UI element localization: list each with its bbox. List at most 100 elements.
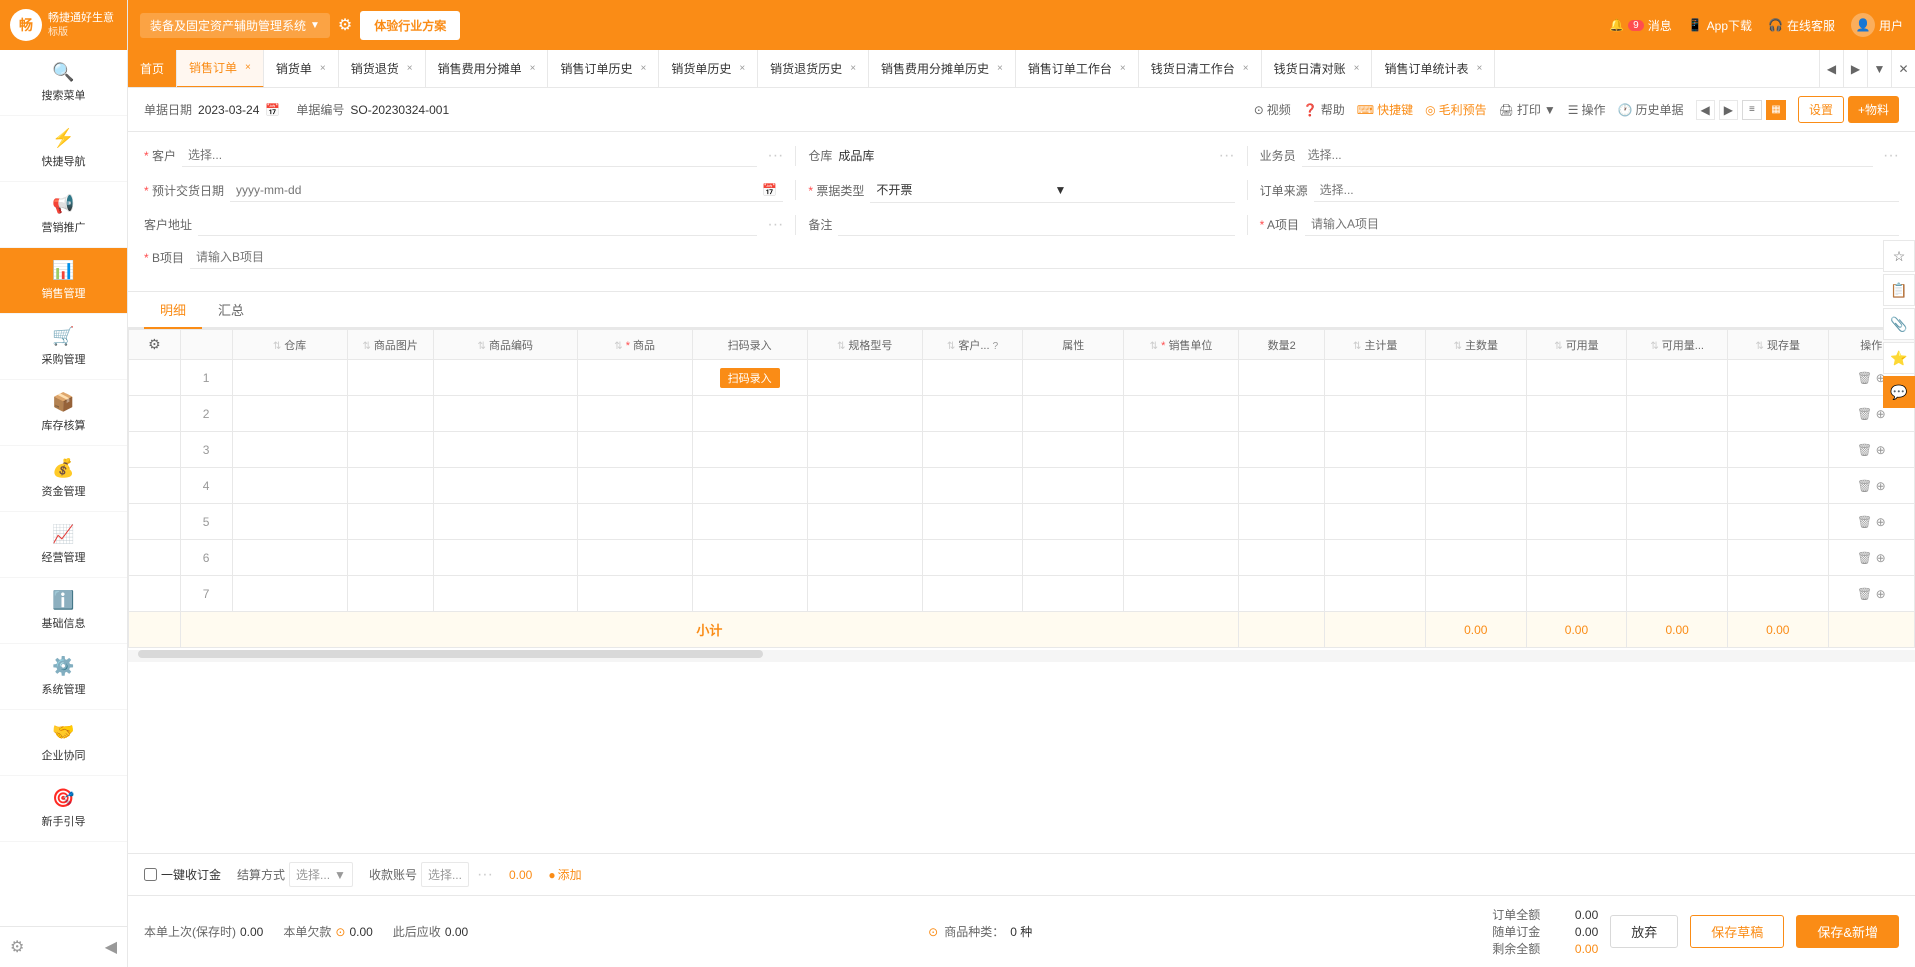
row-3-warehouse[interactable] [232,432,347,468]
row-4-attr[interactable] [1023,468,1124,504]
row-3-product[interactable] [577,432,692,468]
row-7-avail[interactable] [1526,576,1627,612]
list-view-icon[interactable]: ≡ [1742,100,1762,120]
row-3-main-unit[interactable] [1325,432,1426,468]
right-action-2[interactable]: 📋 [1883,274,1915,306]
tab-order-history[interactable]: 销售订单历史 × [548,50,659,88]
row-4-warehouse[interactable] [232,468,347,504]
tab-expense-split[interactable]: 销售费用分摊单 × [426,50,549,88]
row-1-qty2[interactable] [1239,360,1325,396]
row-2-code[interactable] [433,396,577,432]
col-unit-header[interactable]: * 销售单位 [1124,330,1239,360]
sidebar-item-quicknav[interactable]: ⚡ 快捷导航 [0,116,127,182]
row-6-stock[interactable] [1727,540,1828,576]
one-click-checkout-checkbox[interactable]: 一键收订金 [144,866,221,883]
delivery-date-input[interactable]: 📅 [230,179,783,202]
right-action-1[interactable]: ☆ [1883,240,1915,272]
tab-invoice-history[interactable]: 销货单历史 × [659,50,758,88]
row-2-main-unit[interactable] [1325,396,1426,432]
row-5-customer-code[interactable] [922,504,1023,540]
delete-icon-1[interactable]: 🗑 [1857,371,1872,385]
row-3-main-qty[interactable] [1425,432,1526,468]
payment-select[interactable]: 选择... ▼ [289,862,353,887]
col-avail2-header[interactable]: 可用量... [1627,330,1728,360]
tab-sales-invoice[interactable]: 销货单 × [264,50,339,88]
tab-expense-history[interactable]: 销售费用分摊单历史 × [869,50,1016,88]
row-6-main-qty[interactable] [1425,540,1526,576]
row-1-unit[interactable] [1124,360,1239,396]
row-6-avail[interactable] [1526,540,1627,576]
row-3-qty2[interactable] [1239,432,1325,468]
tab-order-stats-close[interactable]: × [1476,63,1482,74]
row-7-main-unit[interactable] [1325,576,1426,612]
sidebar-item-inventory[interactable]: 📦 库存核算 [0,380,127,446]
row-1-warehouse[interactable] [232,360,347,396]
col-settings-header[interactable]: ⚙ [129,330,181,360]
horizontal-scrollbar[interactable] [128,650,1915,662]
tab-invoice-history-close[interactable]: × [739,63,745,74]
delete-icon-3[interactable]: 🗑 [1857,443,1872,457]
row-6-product[interactable] [577,540,692,576]
row-6-avail2[interactable] [1627,540,1728,576]
row-2-customer-code[interactable] [922,396,1023,432]
tab-return-history-close[interactable]: × [850,63,856,74]
row-5-spec[interactable] [807,504,922,540]
tab-return-history[interactable]: 销货退货历史 × [758,50,869,88]
row-3-attr[interactable] [1023,432,1124,468]
order-source-input[interactable] [1314,179,1899,202]
row-5-product[interactable] [577,504,692,540]
row-7-attr[interactable] [1023,576,1124,612]
tab-order-workbench[interactable]: 销售订单工作台 × [1016,50,1139,88]
copy-icon-5[interactable]: ⊕ [1876,515,1886,529]
topbar-gear-icon[interactable]: ⚙ [338,15,352,35]
row-3-spec[interactable] [807,432,922,468]
row-7-unit[interactable] [1124,576,1239,612]
row-3-unit[interactable] [1124,432,1239,468]
row-5-stock[interactable] [1727,504,1828,540]
shortcut-action[interactable]: ⌨ 快捷键 [1357,101,1413,118]
sidebar-item-guide[interactable]: 🎯 新手引导 [0,776,127,842]
right-action-4[interactable]: ⭐ [1883,342,1915,374]
row-1-code[interactable] [433,360,577,396]
col-spec-header[interactable]: 规格型号 [807,330,922,360]
row-1-product[interactable] [577,360,692,396]
col-warehouse-header[interactable]: 仓库 [232,330,347,360]
sidebar-item-system[interactable]: ⚙️ 系统管理 [0,644,127,710]
copy-icon-7[interactable]: ⊕ [1876,587,1886,601]
copy-icon-6[interactable]: ⊕ [1876,551,1886,565]
row-6-main-unit[interactable] [1325,540,1426,576]
help-action[interactable]: ❓ 帮助 [1303,101,1345,118]
address-more-icon[interactable]: ··· [767,216,783,234]
row-7-customer-code[interactable] [922,576,1023,612]
row-2-avail[interactable] [1526,396,1627,432]
solution-button[interactable]: 体验行业方案 [360,11,460,40]
col-main-qty-header[interactable]: 主数量 [1425,330,1526,360]
warehouse-more-icon[interactable]: ··· [1219,147,1235,165]
scrollbar-thumb[interactable] [138,650,763,658]
row-7-product[interactable] [577,576,692,612]
save-draft-button[interactable]: 保存草稿 [1690,915,1784,948]
add-payment-btn[interactable]: ● 添加 [548,866,581,883]
sidebar-item-enterprise[interactable]: 🤝 企业协同 [0,710,127,776]
sidebar-item-marketing[interactable]: 📢 营销推广 [0,182,127,248]
row-3-customer-code[interactable] [922,432,1023,468]
sidebar-item-sales[interactable]: 📊 销售管理 [0,248,127,314]
table-settings-icon[interactable]: ⚙ [148,336,161,352]
collapse-icon[interactable]: ◀ [105,937,117,957]
tab-daily-reconcile[interactable]: 钱货日清对账 × [1262,50,1373,88]
date-picker-icon[interactable]: 📅 [762,183,777,197]
ops-action[interactable]: ☰ 操作 [1568,101,1606,118]
col-product-header[interactable]: * 商品 [577,330,692,360]
right-action-5[interactable]: 💬 [1883,376,1915,408]
row-5-attr[interactable] [1023,504,1124,540]
form-view-icon[interactable]: ▦ [1766,100,1786,120]
row-7-main-qty[interactable] [1425,576,1526,612]
one-click-checkbox-input[interactable] [144,868,157,881]
row-7-stock[interactable] [1727,576,1828,612]
row-2-spec[interactable] [807,396,922,432]
notification-item[interactable]: 🔔 9 9 消息 [1609,17,1672,34]
settings-bottom-icon[interactable]: ⚙ [10,937,24,957]
row-2-stock[interactable] [1727,396,1828,432]
copy-icon-3[interactable]: ⊕ [1876,443,1886,457]
sidebar-item-search[interactable]: 🔍 搜索菜单 [0,50,127,116]
